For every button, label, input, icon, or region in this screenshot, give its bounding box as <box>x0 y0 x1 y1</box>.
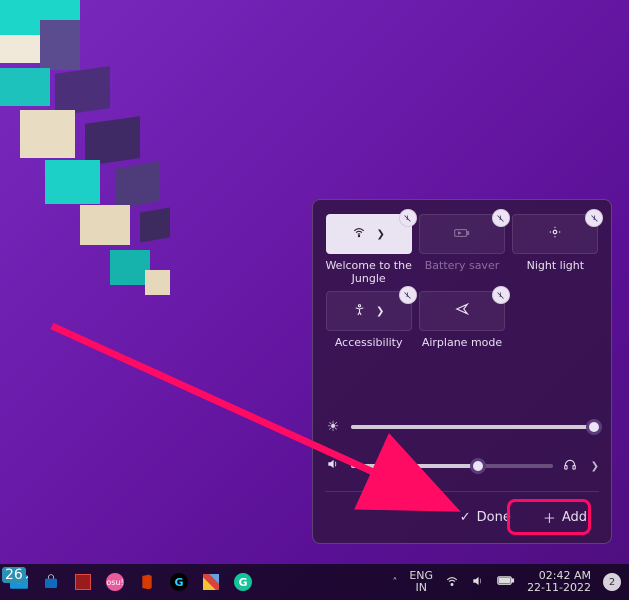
tray-battery-icon[interactable] <box>497 575 515 589</box>
tray-language[interactable]: ENG IN <box>409 570 433 594</box>
desktop-wallpaper-art <box>0 0 200 310</box>
tile-airplane-mode[interactable] <box>419 291 505 331</box>
plus-icon: ＋ <box>543 508 556 527</box>
tile-battery-label: Battery saver <box>425 259 499 285</box>
tile-battery-saver[interactable] <box>419 214 505 254</box>
brightness-slider-row: ☀ <box>325 419 599 435</box>
chevron-right-icon[interactable]: ❯ <box>376 306 384 317</box>
tile-night-light-label: Night light <box>527 259 584 285</box>
taskbar-ghub[interactable]: G <box>168 571 190 593</box>
tray-date: 22-11-2022 <box>527 582 591 594</box>
unpin-icon[interactable] <box>399 286 417 304</box>
mail-badge: 26 <box>2 567 26 583</box>
tray-notifications[interactable]: 2 <box>603 573 621 591</box>
unpin-icon[interactable] <box>585 209 603 227</box>
tile-accessibility-label: Accessibility <box>335 336 403 362</box>
quick-settings-tiles: ❯ Welcome to the Jungle Battery saver <box>325 214 599 362</box>
tray-clock[interactable]: 02:42 AM 22-11-2022 <box>527 570 591 594</box>
tray-overflow[interactable]: ˄ <box>392 577 397 588</box>
volume-slider-row: ❯ <box>325 457 599 475</box>
taskbar: 26 osu! G G ˄ ENG IN 02:42 AM 22-11-2022… <box>0 564 629 600</box>
done-button[interactable]: ✓ Done <box>448 502 523 533</box>
taskbar-osu[interactable]: osu! <box>104 571 126 593</box>
done-label: Done <box>477 510 511 525</box>
lang-bottom: IN <box>409 582 433 594</box>
taskbar-office[interactable] <box>136 571 158 593</box>
unpin-icon[interactable] <box>492 286 510 304</box>
check-icon: ✓ <box>460 510 471 525</box>
battery-saver-icon <box>454 227 470 242</box>
taskbar-app-colorful[interactable] <box>200 571 222 593</box>
tray-wifi-icon[interactable] <box>445 574 459 591</box>
tile-wifi[interactable]: ❯ <box>326 214 412 254</box>
add-label: Add <box>562 510 587 525</box>
chevron-right-icon[interactable]: ❯ <box>376 229 384 240</box>
taskbar-app-red[interactable] <box>72 571 94 593</box>
tile-accessibility[interactable]: ❯ <box>326 291 412 331</box>
notif-count: 2 <box>609 577 615 588</box>
tile-night-light[interactable] <box>512 214 598 254</box>
tray-volume-icon[interactable] <box>471 574 485 591</box>
brightness-icon: ☀ <box>325 419 341 435</box>
brightness-slider[interactable] <box>351 425 599 429</box>
tile-airplane-label: Airplane mode <box>422 336 502 362</box>
wifi-icon <box>352 225 366 243</box>
audio-output-button[interactable] <box>563 458 577 475</box>
volume-slider[interactable] <box>351 464 553 468</box>
taskbar-store[interactable] <box>40 571 62 593</box>
accessibility-icon <box>353 303 366 320</box>
volume-icon <box>325 457 341 475</box>
tile-wifi-label: Welcome to the Jungle <box>325 259 412 285</box>
unpin-icon[interactable] <box>492 209 510 227</box>
unpin-icon[interactable] <box>399 209 417 227</box>
quick-settings-panel: ❯ Welcome to the Jungle Battery saver <box>312 199 612 544</box>
add-button[interactable]: ＋ Add <box>531 502 599 533</box>
taskbar-mail[interactable]: 26 <box>8 571 30 593</box>
airplane-icon <box>455 302 469 320</box>
chevron-right-icon[interactable]: ❯ <box>591 461 599 472</box>
night-light-icon <box>548 225 562 243</box>
taskbar-grammarly[interactable]: G <box>232 571 254 593</box>
